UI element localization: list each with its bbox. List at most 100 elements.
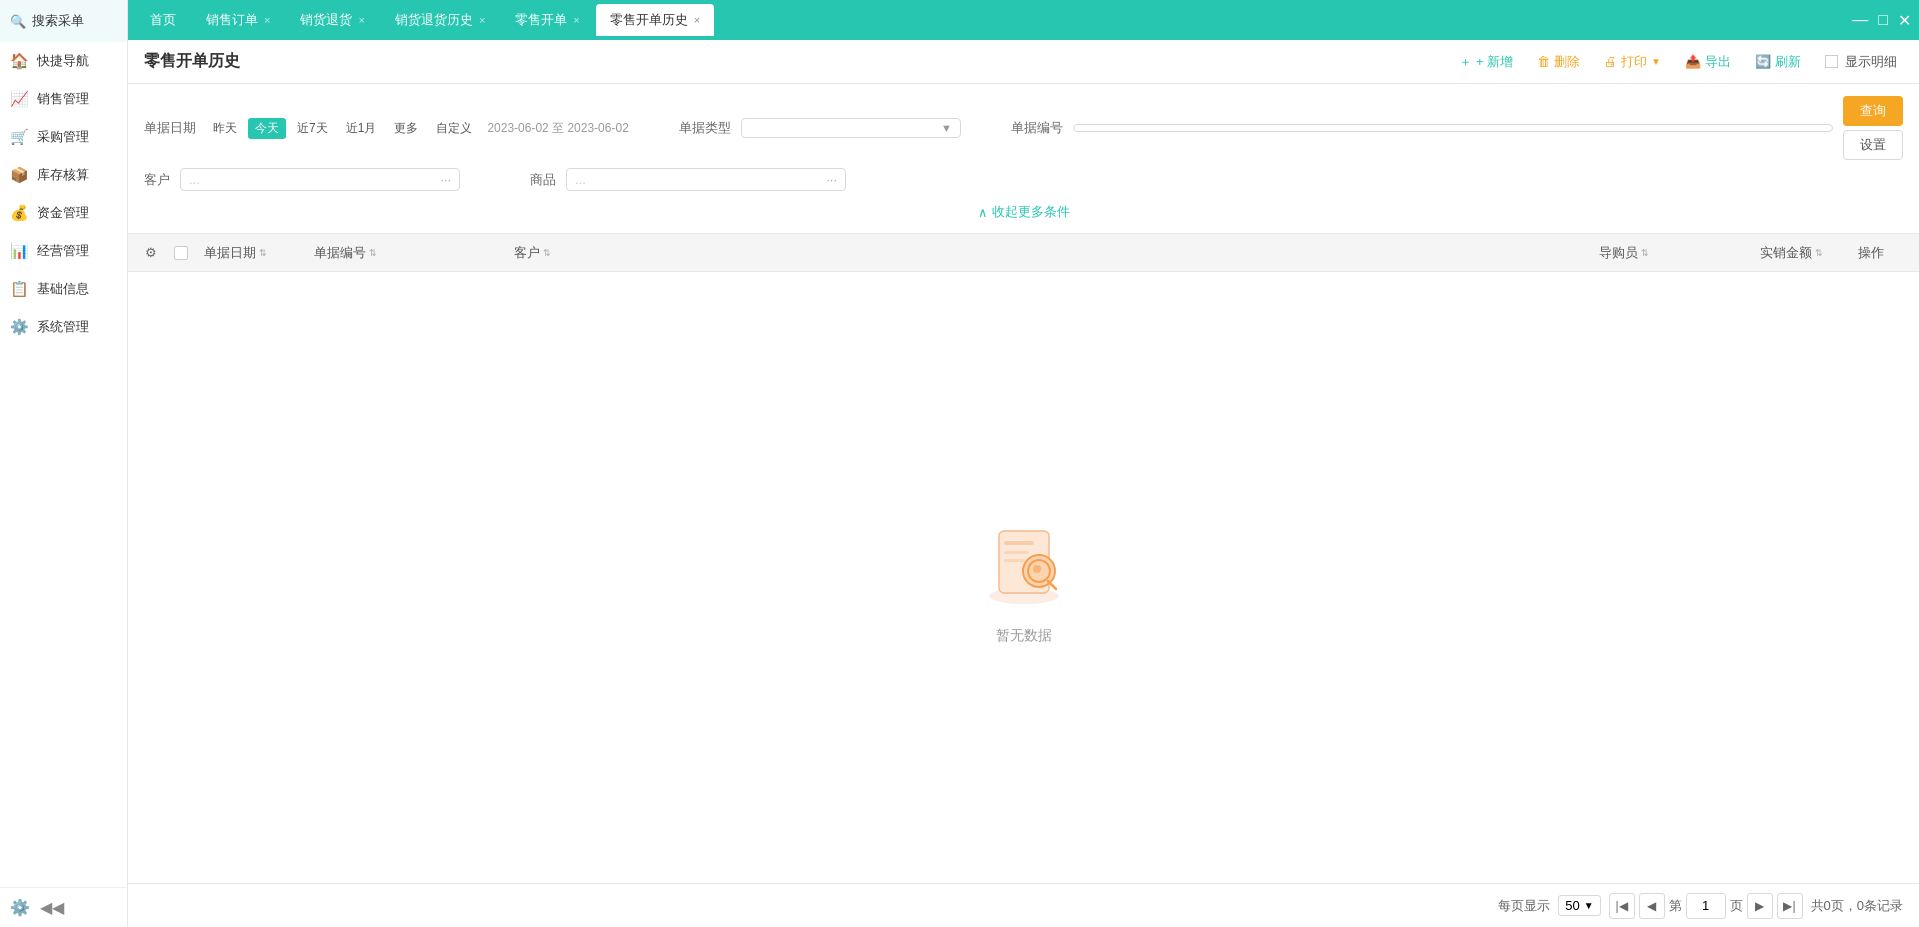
print-button[interactable]: 🖨 打印 ▼ [1598, 49, 1667, 75]
delete-label: 删除 [1554, 53, 1580, 71]
sidebar-item-label: 系统管理 [37, 318, 89, 336]
basic-info-icon: 📋 [10, 280, 29, 298]
sidebar-item-inventory[interactable]: 📦 库存核算 [0, 156, 127, 194]
th-amount-sort-icon: ⇅ [1815, 248, 1823, 258]
select-all-checkbox[interactable] [166, 246, 196, 260]
tabbar-right: — □ ✕ [1852, 11, 1911, 30]
yesterday-btn[interactable]: 昨天 [206, 118, 244, 139]
tab-sales-return-history[interactable]: 销货退货历史 × [381, 4, 499, 36]
filter-settings-button[interactable]: 设置 [1843, 130, 1903, 160]
sidebar-item-basic-info[interactable]: 📋 基础信息 [0, 270, 127, 308]
tab-retail-open[interactable]: 零售开单 × [501, 4, 593, 36]
window-maximize-icon[interactable]: □ [1878, 11, 1888, 29]
close-tab-retail-open-icon[interactable]: × [573, 14, 579, 26]
query-button[interactable]: 查询 [1843, 96, 1903, 126]
tab-sales-order[interactable]: 销售订单 × [192, 4, 284, 36]
th-action-label: 操作 [1858, 244, 1884, 262]
customer-more-icon[interactable]: ··· [440, 172, 451, 187]
empty-text: 暂无数据 [996, 627, 1052, 645]
collapse-filter-btn[interactable]: ∧ 收起更多条件 [966, 199, 1082, 225]
sidebar-item-purchase-mgmt[interactable]: 🛒 采购管理 [0, 118, 127, 156]
inventory-icon: 📦 [10, 166, 29, 184]
tab-retail-history[interactable]: 零售开单历史 × [596, 4, 714, 36]
last-month-btn[interactable]: 近1月 [339, 118, 384, 139]
tab-sales-return[interactable]: 销货退货 × [286, 4, 378, 36]
print-label: 打印 [1621, 53, 1647, 71]
sidebar-item-label: 快捷导航 [37, 52, 89, 70]
product-placeholder: ... [575, 172, 586, 187]
pagination-nav: |◀ ◀ 第 页 ▶ ▶| [1609, 893, 1803, 919]
close-tab-sales-order-icon[interactable]: × [264, 14, 270, 26]
per-page-label: 每页显示 [1498, 897, 1550, 915]
tab-home-label: 首页 [150, 11, 176, 29]
sidebar: 🔍 搜索采单 🏠 快捷导航 📈 销售管理 🛒 采购管理 📦 库存核算 💰 资金管… [0, 0, 128, 927]
th-customer[interactable]: 客户 ⇅ [506, 244, 1591, 262]
more-btn[interactable]: 更多 [387, 118, 425, 139]
window-close-icon[interactable]: ✕ [1898, 11, 1911, 30]
sidebar-item-label: 采购管理 [37, 128, 89, 146]
last-page-btn[interactable]: ▶| [1777, 893, 1803, 919]
add-icon: ＋ [1459, 53, 1472, 71]
th-guide[interactable]: 导购员 ⇅ [1591, 244, 1711, 262]
next-page-btn[interactable]: ▶ [1747, 893, 1773, 919]
checkbox-box [174, 246, 188, 260]
column-settings-icon[interactable]: ⚙ [136, 245, 166, 260]
bill-type-select[interactable]: ▼ [741, 118, 961, 138]
toolbar: 零售开单历史 ＋ + 新增 🗑 删除 🖨 打印 ▼ 📤 导出 🔄 刷新 [128, 40, 1919, 84]
sidebar-search-label: 搜索采单 [32, 12, 84, 30]
last7days-btn[interactable]: 近7天 [290, 118, 335, 139]
add-label: + 新增 [1476, 53, 1513, 71]
sidebar-item-finance[interactable]: 💰 资金管理 [0, 194, 127, 232]
window-minimize-icon[interactable]: — [1852, 11, 1868, 29]
export-button[interactable]: 📤 导出 [1679, 49, 1737, 75]
display-detail-label: 显示明细 [1845, 53, 1897, 71]
add-button[interactable]: ＋ + 新增 [1453, 49, 1519, 75]
product-input[interactable]: ... ··· [566, 168, 846, 191]
export-label: 导出 [1705, 53, 1731, 71]
custom-btn[interactable]: 自定义 [429, 118, 479, 139]
sidebar-item-quick-nav[interactable]: 🏠 快捷导航 [0, 42, 127, 80]
current-page-input[interactable] [1686, 893, 1726, 919]
content-area: ⚙ 单据日期 ⇅ 单据编号 ⇅ 客户 ⇅ 导购员 ⇅ 实销金额 ⇅ [128, 234, 1919, 927]
sidebar-search[interactable]: 🔍 搜索采单 [0, 0, 127, 42]
collapse-sidebar-icon[interactable]: ◀◀ [40, 898, 64, 917]
display-detail-checkbox[interactable] [1825, 55, 1838, 68]
customer-input[interactable]: ... ··· [180, 168, 460, 191]
bill-no-input[interactable] [1073, 124, 1833, 132]
settings-gear-icon[interactable]: ⚙️ [10, 898, 30, 917]
display-detail-button[interactable]: 显示明细 [1819, 49, 1903, 75]
close-tab-sales-return-icon[interactable]: × [358, 14, 364, 26]
tabbar: 首页 销售订单 × 销货退货 × 销货退货历史 × 零售开单 × 零售开单历史 … [128, 0, 1919, 40]
delete-button[interactable]: 🗑 删除 [1531, 49, 1586, 75]
first-page-btn[interactable]: |◀ [1609, 893, 1635, 919]
th-billno-sort-icon: ⇅ [369, 248, 377, 258]
refresh-button[interactable]: 🔄 刷新 [1749, 49, 1807, 75]
th-billno[interactable]: 单据编号 ⇅ [306, 244, 506, 262]
prev-page-btn[interactable]: ◀ [1639, 893, 1665, 919]
sidebar-item-sys-mgmt[interactable]: ⚙️ 系统管理 [0, 308, 127, 346]
th-guide-label: 导购员 [1599, 244, 1638, 262]
sidebar-item-operations[interactable]: 📊 经营管理 [0, 232, 127, 270]
product-more-icon[interactable]: ··· [826, 172, 837, 187]
customer-placeholder: ... [189, 172, 200, 187]
svg-point-8 [1033, 565, 1041, 573]
sidebar-item-sales-mgmt[interactable]: 📈 销售管理 [0, 80, 127, 118]
tab-sales-return-history-label: 销货退货历史 [395, 11, 473, 29]
today-btn[interactable]: 今天 [248, 118, 286, 139]
date-filter-label: 单据日期 [144, 119, 196, 137]
th-amount[interactable]: 实销金额 ⇅ [1711, 244, 1831, 262]
svg-rect-4 [1004, 559, 1024, 562]
per-page-select[interactable]: 50 ▼ [1558, 895, 1600, 916]
sidebar-bottom: ⚙️ ◀◀ [0, 887, 127, 927]
tab-home[interactable]: 首页 [136, 4, 190, 36]
th-date-sort-icon: ⇅ [259, 248, 267, 258]
close-tab-sales-return-history-icon[interactable]: × [479, 14, 485, 26]
th-billno-label: 单据编号 [314, 244, 366, 262]
filter-row-2: 客户 ... ··· 商品 ... ··· [144, 168, 1903, 191]
sidebar-item-label: 资金管理 [37, 204, 89, 222]
th-customer-label: 客户 [514, 244, 540, 262]
th-guide-sort-icon: ⇅ [1641, 248, 1649, 258]
close-tab-retail-history-icon[interactable]: × [694, 14, 700, 26]
th-date[interactable]: 单据日期 ⇅ [196, 244, 306, 262]
search-icon: 🔍 [10, 14, 26, 29]
